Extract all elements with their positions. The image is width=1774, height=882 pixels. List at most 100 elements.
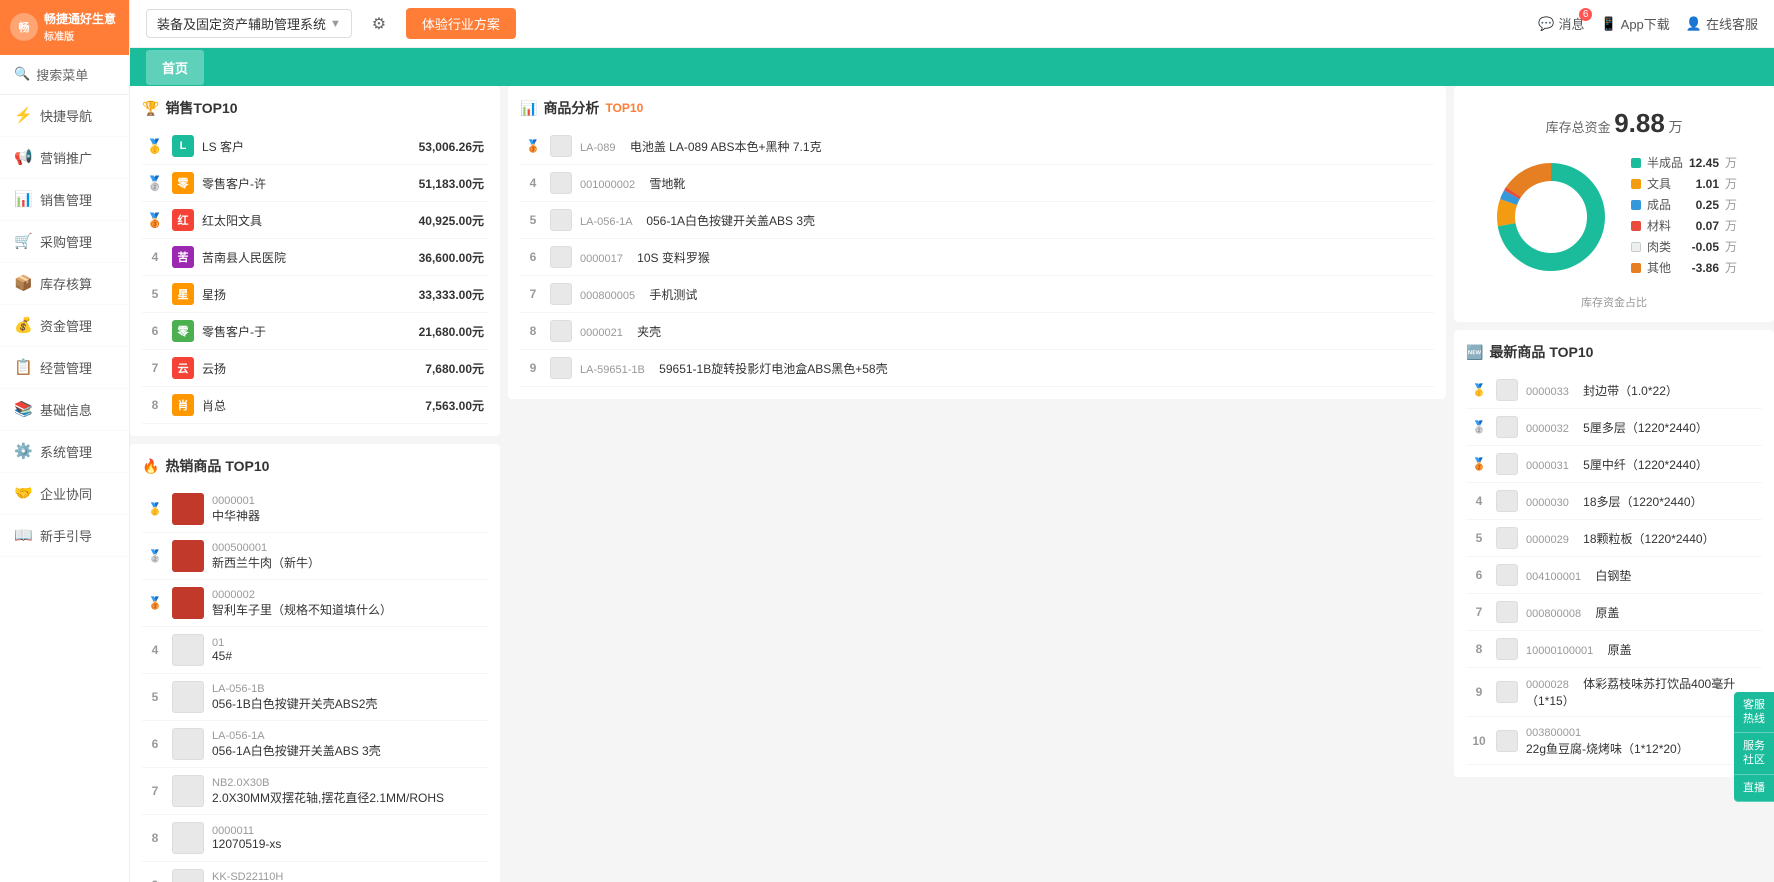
hot-product-item: 🥈 000500001 新西兰牛肉（新牛） — [142, 533, 488, 580]
ts-img-2 — [550, 172, 572, 194]
sidebar-logo: 畅 畅捷通好生意 标准版 — [0, 0, 129, 55]
guide-label: 新手引导 — [40, 526, 92, 545]
system-selector[interactable]: 装备及固定资产辅助管理系统 ▼ — [146, 9, 352, 38]
sidebar-item-collab[interactable]: 🤝 企业协同 — [0, 473, 129, 515]
float-btn-service[interactable]: 客服热线 — [1734, 692, 1774, 734]
sidebar-item-system[interactable]: ⚙️ 系统管理 — [0, 431, 129, 473]
hp-rank-4: 4 — [146, 643, 164, 657]
rank-1-medal: 🥇 — [146, 138, 164, 155]
logo-app-name: 畅捷通好生意 — [44, 12, 116, 28]
online-service-btn[interactable]: 👤 在线客服 — [1686, 14, 1758, 33]
inventory-icon: 📦 — [14, 274, 32, 292]
hp-name-2: 新西兰牛肉（新牛） — [212, 554, 320, 571]
inventory-total: 库存总资金 9.88 万 — [1466, 98, 1762, 144]
rank-2-name: 零售客户-许 — [202, 175, 411, 192]
np-rank-1: 🥇 — [1470, 383, 1488, 397]
hp-img-1 — [172, 493, 204, 525]
ts-code-4: 0000017 — [580, 253, 634, 265]
np-rank-2: 🥈 — [1470, 420, 1488, 434]
ts-img-6 — [550, 320, 572, 342]
basics-label: 基础信息 — [40, 400, 92, 419]
marketing-icon: 📢 — [14, 148, 32, 166]
quick-nav-icon: ⚡ — [14, 106, 32, 124]
operations-label: 经营管理 — [40, 358, 92, 377]
ts-name-7: 59651-1B旋转投影灯电池盒ABS黑色+58壳 — [659, 362, 887, 376]
rank-8-avatar: 肖 — [172, 394, 194, 416]
ts-img-5 — [550, 283, 572, 305]
np-code-1: 0000033 — [1526, 386, 1580, 398]
inventory-label: 库存总资金 — [1546, 120, 1611, 135]
ts-code-6: 0000021 — [580, 327, 634, 339]
inventory-label: 库存核算 — [40, 274, 92, 293]
sidebar-item-inventory[interactable]: 📦 库存核算 — [0, 263, 129, 305]
messages-btn[interactable]: 💬 消息 6 — [1538, 14, 1584, 33]
np-img-10 — [1496, 730, 1518, 752]
system-label: 系统管理 — [40, 442, 92, 461]
np-img-6 — [1496, 564, 1518, 586]
hp-name-5: 056-1B白色按键开关壳ABS2壳 — [212, 695, 377, 712]
rank-1-name: LS 客户 — [202, 138, 411, 155]
rank-7-num: 7 — [146, 361, 164, 375]
tab-home[interactable]: 首页 — [146, 50, 204, 85]
legend-dot-5 — [1631, 242, 1641, 252]
finance-icon: 💰 — [14, 316, 32, 334]
sidebar-item-marketing[interactable]: 📢 营销推广 — [0, 137, 129, 179]
collab-icon: 🤝 — [14, 484, 32, 502]
sidebar-item-basics[interactable]: 📚 基础信息 — [0, 389, 129, 431]
rank-item: 5 星 星扬 33,333.00元 — [142, 276, 488, 313]
search-icon: 🔍 — [14, 66, 30, 82]
float-btn-live[interactable]: 直播 — [1734, 775, 1774, 802]
hp-code-2: 000500001 — [212, 542, 320, 554]
inventory-sub-label: 库存资金占比 — [1466, 294, 1762, 310]
ts-rank-5: 5 — [524, 213, 542, 227]
sidebar-item-operations[interactable]: 📋 经营管理 — [0, 347, 129, 389]
hp-rank-6: 6 — [146, 737, 164, 751]
ts-img-3 — [550, 209, 572, 231]
float-btn-community[interactable]: 服务社区 — [1734, 733, 1774, 775]
donut-chart — [1491, 157, 1611, 277]
sidebar-item-purchase[interactable]: 🛒 采购管理 — [0, 221, 129, 263]
right-panel: 库存总资金 9.88 万 — [1454, 86, 1774, 882]
rank-8-amount: 7,563.00元 — [425, 397, 484, 414]
app-download-btn[interactable]: 📱 App下载 — [1600, 14, 1669, 33]
ts-rank-3: 🥉 — [524, 139, 542, 153]
hp-img-5 — [172, 681, 204, 713]
ts-rank-8: 8 — [524, 324, 542, 338]
rank-item: 🥉 红 红太阳文具 40,925.00元 — [142, 202, 488, 239]
rank-8-name: 肖总 — [202, 397, 417, 414]
np-name-5: 18颗粒板（1220*2440） — [1583, 532, 1714, 546]
top-sales-card: 📊 商品分析 TOP10 🥉 LA-089 电池盖 LA-089 ABS本色+黑… — [508, 86, 1446, 399]
sidebar-item-guide[interactable]: 📖 新手引导 — [0, 515, 129, 557]
message-icon: 💬 — [1538, 16, 1554, 32]
service-icon: 👤 — [1686, 16, 1702, 32]
inventory-amount: 9.88 — [1614, 108, 1665, 138]
rank-1-avatar: L — [172, 135, 194, 157]
system-name: 装备及固定资产辅助管理系统 — [157, 14, 326, 33]
legend-item: 其他 -3.86 万 — [1631, 259, 1737, 276]
sidebar-search[interactable]: 🔍 搜索菜单 — [0, 55, 129, 95]
trophy-icon: 🏆 — [142, 100, 159, 117]
np-name-10: 22g鱼豆腐-烧烤味（1*12*20） — [1526, 742, 1689, 756]
np-img-2 — [1496, 416, 1518, 438]
sidebar-item-sales[interactable]: 📊 销售管理 — [0, 179, 129, 221]
hp-img-6 — [172, 728, 204, 760]
legend-item: 文具 1.01 万 — [1631, 175, 1737, 192]
hot-products-list: 🥇 0000001 中华神器 🥈 000500001 新西兰牛肉（新牛） — [142, 486, 488, 882]
hp-img-7 — [172, 775, 204, 807]
np-item: 6 004100001 白钢垫 — [1466, 557, 1762, 594]
top-sales-title: 📊 商品分析 TOP10 — [520, 98, 1434, 118]
rank-5-num: 5 — [146, 287, 164, 301]
sidebar-item-quick-nav[interactable]: ⚡ 快捷导航 — [0, 95, 129, 137]
sidebar-item-finance[interactable]: 💰 资金管理 — [0, 305, 129, 347]
hp-code-5: LA-056-1B — [212, 683, 377, 695]
ts-img-7 — [550, 357, 572, 379]
rank-2-medal: 🥈 — [146, 175, 164, 192]
legend-val-4: 0.07 — [1696, 219, 1719, 233]
np-name-4: 18多层（1220*2440） — [1583, 495, 1702, 509]
service-label: 在线客服 — [1706, 14, 1758, 33]
customer-rank-title: 🏆 销售TOP10 — [142, 98, 488, 118]
trial-btn[interactable]: 体验行业方案 — [406, 8, 516, 39]
settings-button[interactable]: ⚙ — [364, 9, 394, 39]
message-badge: 6 — [1579, 8, 1593, 21]
legend-name-6: 其他 — [1647, 259, 1686, 276]
